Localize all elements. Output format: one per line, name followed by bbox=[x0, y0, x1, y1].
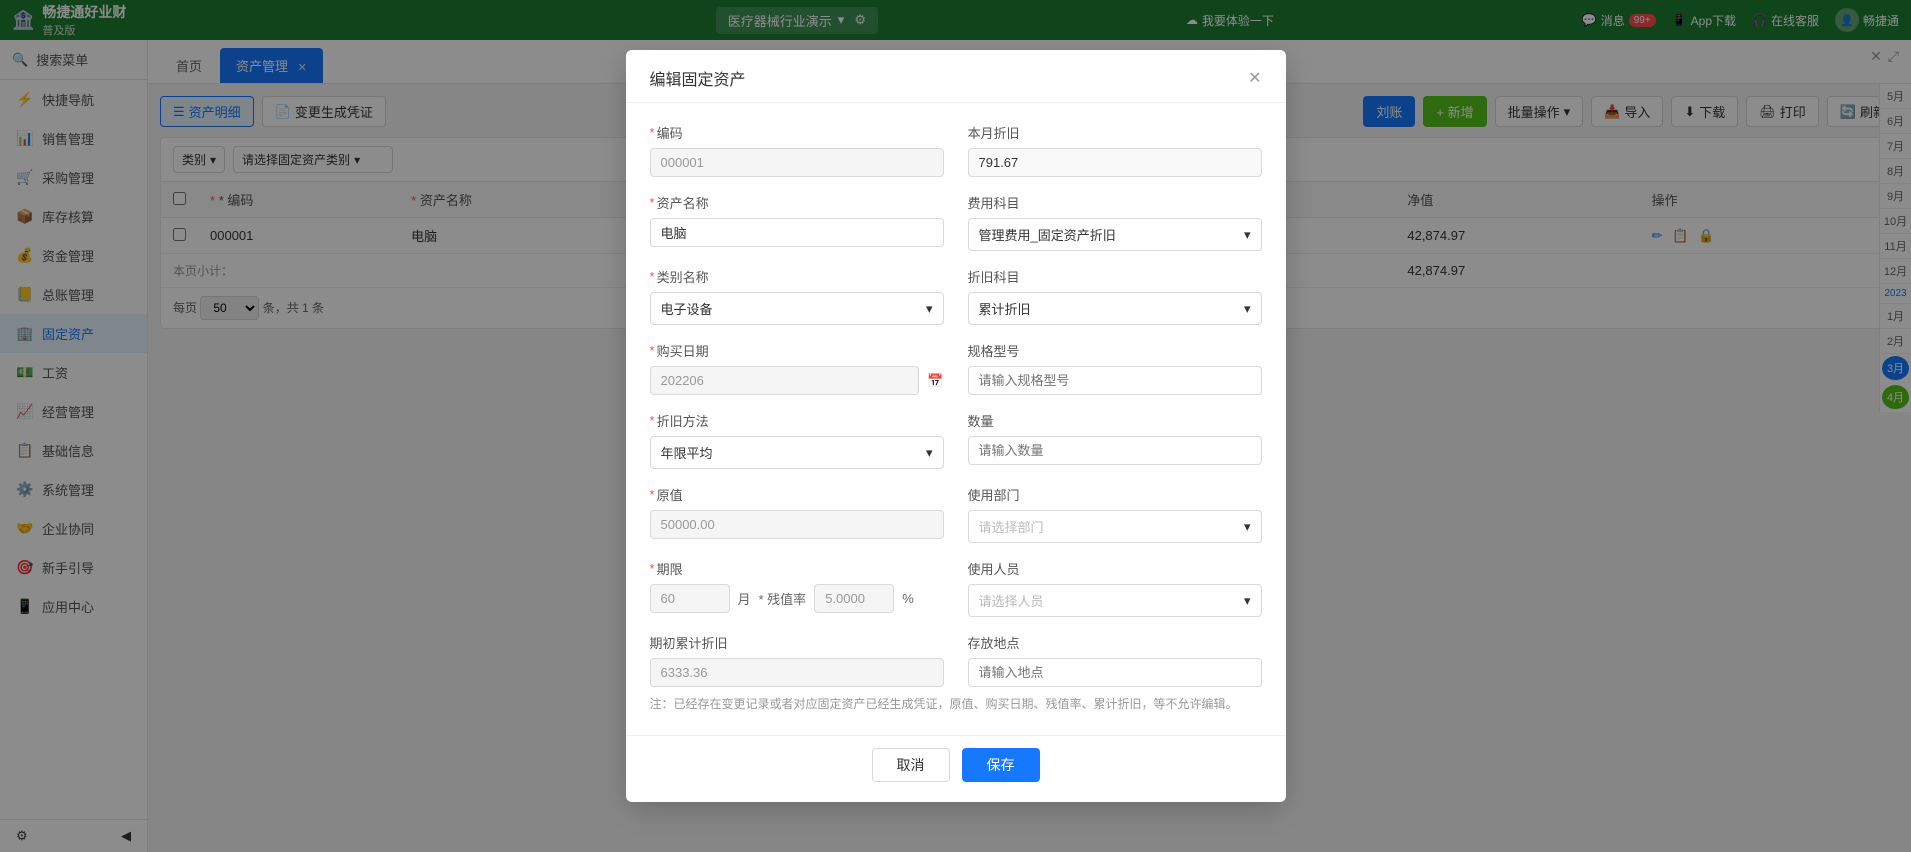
form-item-quantity: 数量 bbox=[968, 411, 1262, 469]
form-item-location: 存放地点 bbox=[968, 633, 1262, 687]
form-item-monthly-dep: 本月折旧 bbox=[968, 123, 1262, 177]
original-value-input[interactable] bbox=[650, 510, 944, 539]
code-label: * 编码 bbox=[650, 123, 944, 142]
initial-dep-label: 期初累计折旧 bbox=[650, 633, 944, 652]
modal-close-btn[interactable]: ✕ bbox=[1248, 68, 1261, 88]
dep-subject-value: 累计折旧 bbox=[979, 299, 1031, 318]
form-item-period: * 期限 月 * 残值率 % bbox=[650, 559, 944, 617]
spec-label: 规格型号 bbox=[968, 341, 1262, 360]
period-label: * 期限 bbox=[650, 559, 944, 578]
modal-body: * 编码 本月折旧 * 资产名称 bbox=[626, 103, 1286, 734]
user-select[interactable]: 请选择人员 ▾ bbox=[968, 584, 1262, 617]
form-item-initial-dep: 期初累计折旧 bbox=[650, 633, 944, 687]
form-item-expense-subject: 费用科目 管理费用_固定资产折旧 ▾ bbox=[968, 193, 1262, 251]
form-item-user: 使用人员 请选择人员 ▾ bbox=[968, 559, 1262, 617]
form-item-original-value: * 原值 bbox=[650, 485, 944, 543]
asset-name-label: * 资产名称 bbox=[650, 193, 944, 212]
location-input[interactable] bbox=[968, 658, 1262, 687]
dep-subject-chevron: ▾ bbox=[1244, 301, 1251, 317]
calendar-icon[interactable]: 📅 bbox=[927, 373, 943, 389]
spec-input[interactable] bbox=[968, 366, 1262, 395]
dept-label: 使用部门 bbox=[968, 485, 1262, 504]
expense-subject-value: 管理费用_固定资产折旧 bbox=[979, 225, 1116, 244]
dep-subject-select[interactable]: 累计折旧 ▾ bbox=[968, 292, 1262, 325]
location-label: 存放地点 bbox=[968, 633, 1262, 652]
modal-title: 编辑固定资产 bbox=[650, 66, 746, 90]
note-content: 注：已经存在变更记录或者对应固定资产已经生成凭证，原值、购买日期、残值率、累计折… bbox=[650, 697, 1238, 711]
dept-placeholder: 请选择部门 bbox=[979, 517, 1044, 536]
monthly-dep-label: 本月折旧 bbox=[968, 123, 1262, 142]
purchase-date-label: * 购买日期 bbox=[650, 341, 944, 360]
asset-name-input[interactable] bbox=[650, 218, 944, 247]
form-item-dep-subject: 折旧科目 累计折旧 ▾ bbox=[968, 267, 1262, 325]
expense-subject-select[interactable]: 管理费用_固定资产折旧 ▾ bbox=[968, 218, 1262, 251]
save-button[interactable]: 保存 bbox=[962, 748, 1040, 782]
residual-rate-label: * 残值率 bbox=[759, 589, 807, 608]
dep-method-value: 年限平均 bbox=[661, 443, 713, 462]
original-value-label: * 原值 bbox=[650, 485, 944, 504]
modal-header: 编辑固定资产 ✕ bbox=[626, 50, 1286, 103]
form-item-category: * 类别名称 电子设备 ▾ bbox=[650, 267, 944, 325]
user-placeholder: 请选择人员 bbox=[979, 591, 1044, 610]
expense-subject-label: 费用科目 bbox=[968, 193, 1262, 212]
dept-select[interactable]: 请选择部门 ▾ bbox=[968, 510, 1262, 543]
period-input[interactable] bbox=[650, 584, 730, 613]
user-label: 使用人员 bbox=[968, 559, 1262, 578]
category-value: 电子设备 bbox=[661, 299, 713, 318]
code-input[interactable] bbox=[650, 148, 944, 177]
form-grid: * 编码 本月折旧 * 资产名称 bbox=[650, 123, 1262, 687]
residual-rate-input[interactable] bbox=[814, 584, 894, 613]
dep-method-select[interactable]: 年限平均 ▾ bbox=[650, 436, 944, 469]
monthly-dep-input[interactable] bbox=[968, 148, 1262, 177]
category-label: * 类别名称 bbox=[650, 267, 944, 286]
dep-method-chevron: ▾ bbox=[926, 445, 933, 461]
user-chevron: ▾ bbox=[1244, 593, 1251, 609]
form-item-dep-method: * 折旧方法 年限平均 ▾ bbox=[650, 411, 944, 469]
expense-subject-chevron: ▾ bbox=[1244, 227, 1251, 243]
category-select[interactable]: 电子设备 ▾ bbox=[650, 292, 944, 325]
residual-rate-unit: % bbox=[902, 591, 914, 606]
period-row: 月 * 残值率 % bbox=[650, 584, 944, 613]
dept-chevron: ▾ bbox=[1244, 519, 1251, 535]
modal-note: 注：已经存在变更记录或者对应固定资产已经生成凭证，原值、购买日期、残值率、累计折… bbox=[650, 695, 1262, 714]
cancel-button[interactable]: 取消 bbox=[872, 748, 950, 782]
quantity-label: 数量 bbox=[968, 411, 1262, 430]
purchase-date-input[interactable] bbox=[650, 366, 920, 395]
form-item-dept: 使用部门 请选择部门 ▾ bbox=[968, 485, 1262, 543]
modal-footer: 取消 保存 bbox=[626, 735, 1286, 802]
edit-asset-modal: 编辑固定资产 ✕ * 编码 本月折旧 bbox=[626, 50, 1286, 801]
modal-overlay: 编辑固定资产 ✕ * 编码 本月折旧 bbox=[0, 0, 1911, 852]
form-item-spec: 规格型号 bbox=[968, 341, 1262, 395]
form-item-asset-name: * 资产名称 bbox=[650, 193, 944, 251]
form-item-purchase-date: * 购买日期 📅 bbox=[650, 341, 944, 395]
period-unit: 月 bbox=[738, 589, 751, 608]
purchase-date-row: 📅 bbox=[650, 366, 944, 395]
category-chevron: ▾ bbox=[926, 301, 933, 317]
initial-dep-input[interactable] bbox=[650, 658, 944, 687]
form-item-code: * 编码 bbox=[650, 123, 944, 177]
dep-subject-label: 折旧科目 bbox=[968, 267, 1262, 286]
dep-method-label: * 折旧方法 bbox=[650, 411, 944, 430]
quantity-input[interactable] bbox=[968, 436, 1262, 465]
